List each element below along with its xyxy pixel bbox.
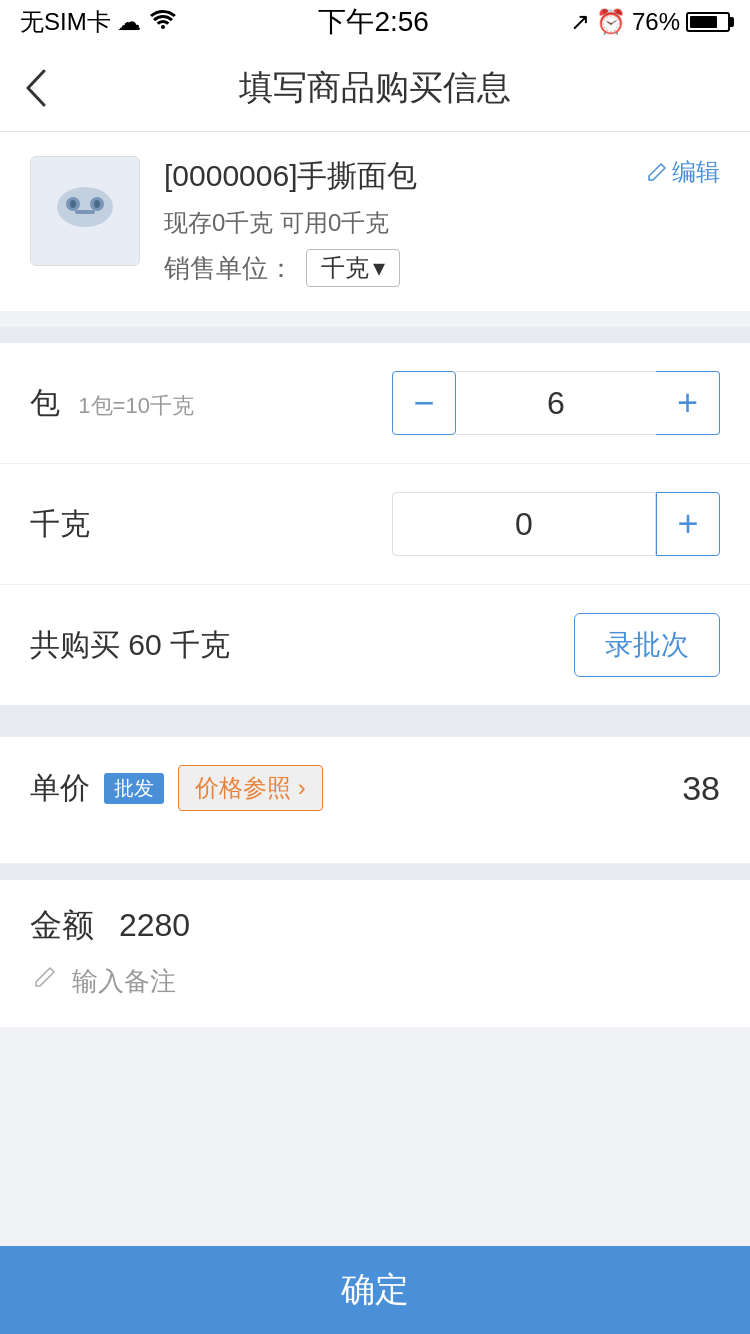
battery-label: 76% (632, 8, 680, 36)
back-button[interactable] (24, 69, 46, 107)
bao-quantity-control: − 6 + (392, 371, 720, 435)
bao-label: 包 1包=10千克 (30, 383, 392, 424)
kg-quantity-input[interactable]: 0 (392, 492, 656, 556)
bao-increment-button[interactable]: + (656, 371, 720, 435)
summary-row: 共购买 60 千克 录批次 (0, 585, 750, 705)
edit-button[interactable]: 编辑 (646, 156, 720, 188)
product-section: [0000006]手撕面包 编辑 现存0千克 可用0千克 销售单位： 千克 ▾ (0, 132, 750, 311)
unit-selector[interactable]: 千克 ▾ (306, 249, 400, 287)
nav-bar: 填写商品购买信息 (0, 44, 750, 132)
kg-quantity-control: 0 + (392, 492, 720, 556)
amount-text: 金额 2280 (30, 904, 720, 948)
price-reference-button[interactable]: 价格参照 › (178, 765, 323, 811)
confirm-button[interactable]: 确定 (341, 1267, 409, 1313)
pencil-icon (30, 964, 58, 999)
kg-label: 千克 (30, 504, 392, 545)
kg-input-row: 千克 0 + (0, 464, 750, 585)
bao-quantity-input[interactable]: 6 (456, 371, 656, 435)
chevron-down-icon: ▾ (373, 254, 385, 282)
kg-increment-button[interactable]: + (656, 492, 720, 556)
product-stock: 现存0千克 可用0千克 (164, 207, 720, 239)
confirm-footer[interactable]: 确定 (0, 1246, 750, 1334)
amount-value: 2280 (119, 907, 190, 943)
status-right: ↗ ⏰ 76% (570, 8, 730, 36)
wholesale-badge: 批发 (104, 773, 164, 804)
bao-input-section: 包 1包=10千克 − 6 + 千克 0 + (0, 343, 750, 585)
svg-point-4 (94, 200, 100, 208)
bao-input-row: 包 1包=10千克 − 6 + (0, 343, 750, 464)
page-title: 填写商品购买信息 (239, 65, 511, 111)
bao-decrement-button[interactable]: − (392, 371, 456, 435)
status-bar: 无SIM卡 ☁ 下午2:56 ↗ ⏰ 76% (0, 0, 750, 44)
svg-rect-5 (75, 210, 95, 214)
product-info: [0000006]手撕面包 编辑 现存0千克 可用0千克 销售单位： 千克 ▾ (164, 156, 720, 287)
price-value: 38 (682, 769, 720, 808)
product-logo (55, 182, 115, 241)
remark-input-row[interactable]: 输入备注 (30, 964, 720, 999)
bao-sublabel: 1包=10千克 (78, 393, 194, 418)
amount-section: 金额 2280 输入备注 (0, 863, 750, 1027)
svg-point-3 (70, 200, 76, 208)
amount-divider (0, 864, 750, 880)
location-icon: ↗ (570, 8, 590, 36)
alarm-icon: ⏰ (596, 8, 626, 36)
summary-text: 共购买 60 千克 (30, 625, 230, 666)
price-section: 单价 批发 价格参照 › 38 (0, 721, 750, 863)
price-divider (0, 705, 750, 721)
no-sim-label: 无SIM卡 ☁ (20, 6, 141, 38)
remark-placeholder: 输入备注 (72, 964, 176, 999)
status-left: 无SIM卡 ☁ (20, 6, 177, 38)
price-row: 单价 批发 价格参照 › 38 (30, 765, 720, 811)
status-time: 下午2:56 (318, 3, 429, 41)
product-thumbnail (30, 156, 140, 266)
price-label: 单价 批发 价格参照 › (30, 765, 323, 811)
wifi-icon (149, 8, 177, 36)
section-divider (0, 327, 750, 343)
product-name: [0000006]手撕面包 (164, 156, 417, 197)
svg-point-0 (57, 187, 113, 227)
battery-icon (686, 12, 730, 32)
product-unit: 销售单位： 千克 ▾ (164, 249, 720, 287)
record-batch-button[interactable]: 录批次 (574, 613, 720, 677)
